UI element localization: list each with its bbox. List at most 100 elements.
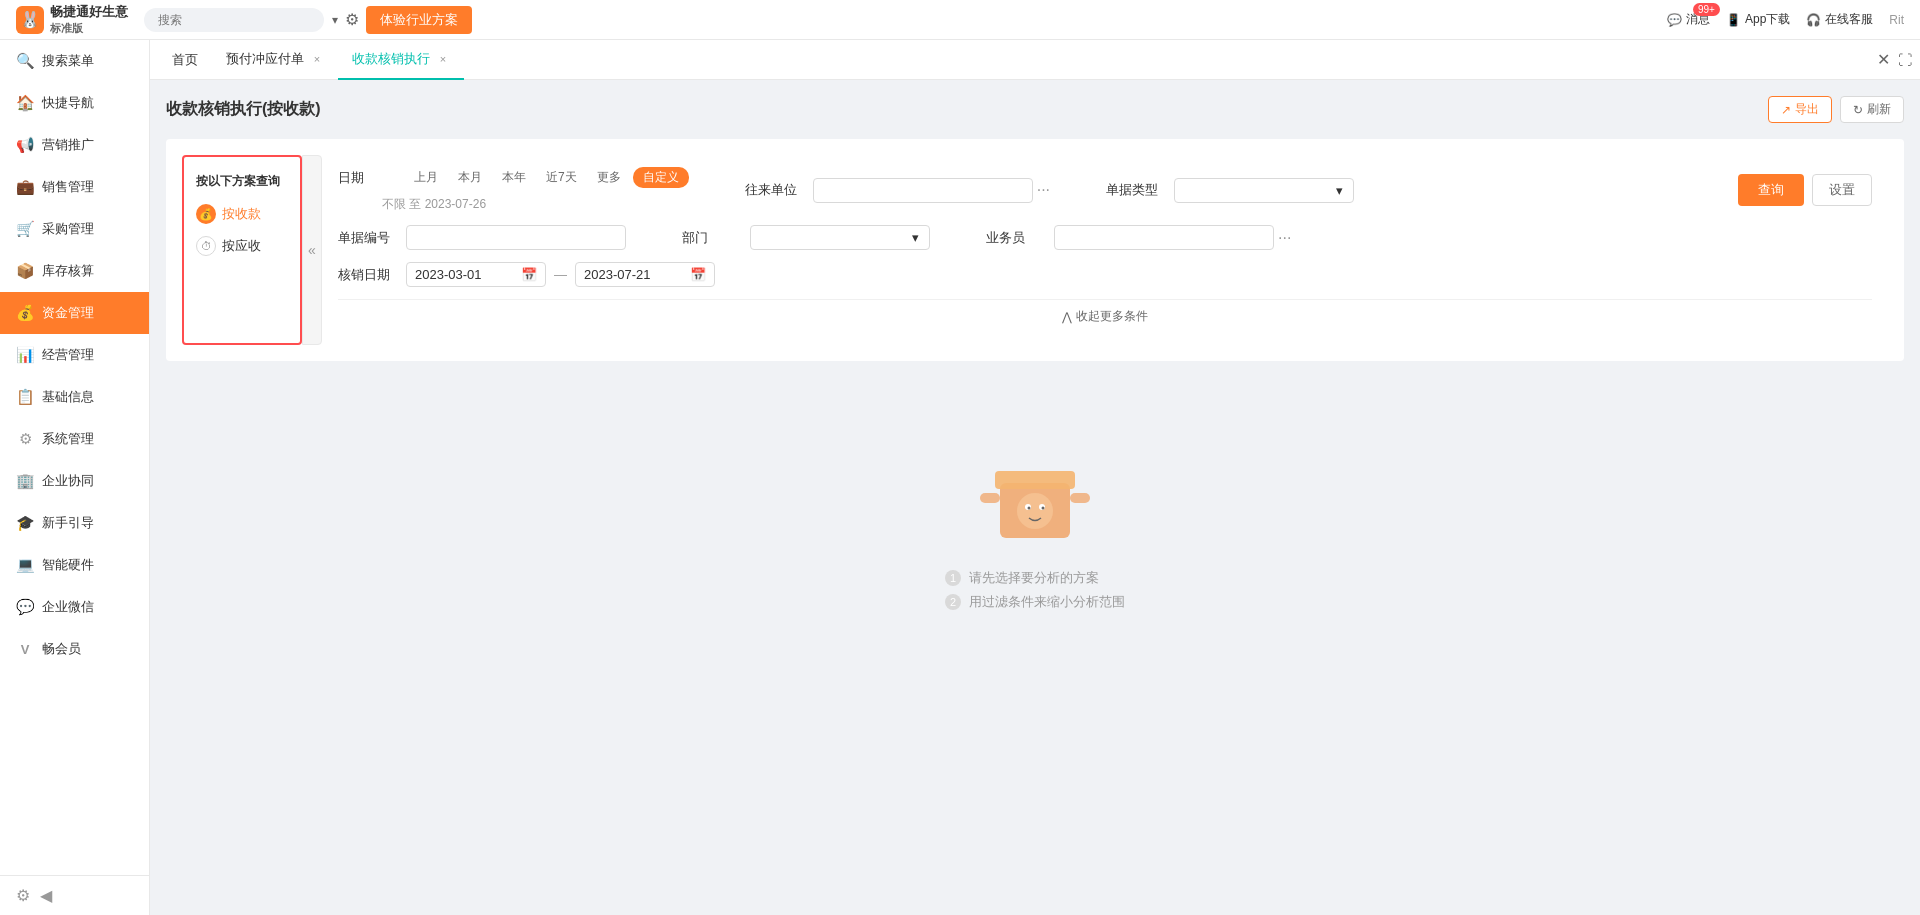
content-area: 首页 预付冲应付单 × 收款核销执行 × ✕ ⛶ 收款核销执行(按收款) ↗: [150, 40, 1920, 915]
logo-char: 🐰: [20, 10, 40, 29]
sidebar-item-basic-info[interactable]: 📋 基础信息: [0, 376, 149, 418]
sidebar-item-enterprise[interactable]: 🏢 企业协同: [0, 460, 149, 502]
writeoff-date-end-input[interactable]: 2023-07-21 📅: [575, 262, 715, 287]
calendar-start-icon[interactable]: 📅: [521, 267, 537, 282]
service-icon: 🎧: [1806, 13, 1821, 27]
docno-input[interactable]: [406, 225, 626, 250]
sales-icon: 💼: [16, 178, 34, 196]
tab-prepay-close-icon[interactable]: ×: [310, 52, 324, 66]
date-tab-custom[interactable]: 自定义: [633, 167, 689, 188]
filter-main: 日期 上月 本月 本年 近7天 更多 自定义: [322, 155, 1888, 345]
doctype-select[interactable]: ▾: [1174, 178, 1354, 203]
collapse-more-btn[interactable]: ⋀ 收起更多条件: [338, 299, 1872, 333]
sidebar-item-operations[interactable]: 📊 经营管理: [0, 334, 149, 376]
sidebar-item-purchase[interactable]: 🛒 采购管理: [0, 208, 149, 250]
calendar-end-icon[interactable]: 📅: [690, 267, 706, 282]
tab-receipt-writeoff-close-icon[interactable]: ×: [436, 52, 450, 66]
message-btn[interactable]: 💬 消息 99+: [1667, 11, 1710, 28]
date-filter-group: 日期 上月 本月 本年 近7天 更多 自定义: [338, 167, 689, 213]
online-service-label: 在线客服: [1825, 11, 1873, 28]
sidebar-item-label-member: 畅会员: [42, 640, 81, 658]
svg-rect-7: [980, 493, 1000, 503]
wechat-icon: 💬: [16, 598, 34, 616]
filter-settings-button[interactable]: 设置: [1812, 174, 1872, 206]
top-search-input[interactable]: [144, 8, 324, 32]
finance-icon: 💰: [16, 304, 34, 322]
filter-option-by-receipt[interactable]: 💰 按收款: [184, 198, 300, 230]
sidebar-item-system[interactable]: ⚙ 系统管理: [0, 418, 149, 460]
filter-sidebar: 按以下方案查询 💰 按收款 ⏱ 按应收: [182, 155, 302, 345]
sidebar-item-marketing[interactable]: 📢 营销推广: [0, 124, 149, 166]
sidebar-bottom: ⚙ ◀: [0, 875, 149, 915]
sidebar-item-guide[interactable]: 🎓 新手引导: [0, 502, 149, 544]
empty-tip-1: 1 请先选择要分析的方案: [945, 569, 1125, 587]
bottom-settings-icon[interactable]: ⚙: [16, 886, 30, 905]
export-button[interactable]: ↗ 导出: [1768, 96, 1832, 123]
date-tabs: 上月 本月 本年 近7天 更多 自定义: [406, 167, 689, 188]
sidebar-item-quick-nav[interactable]: 🏠 快捷导航: [0, 82, 149, 124]
filter-collapse-btn[interactable]: «: [302, 155, 322, 345]
sidebar-item-search-menu[interactable]: 🔍 搜索菜单: [0, 40, 149, 82]
staff-dots-icon[interactable]: ···: [1278, 229, 1291, 247]
empty-tip-2-text: 用过滤条件来缩小分析范围: [969, 593, 1125, 611]
counterparty-label: 往来单位: [745, 181, 805, 199]
counterparty-dots-icon[interactable]: ···: [1037, 181, 1050, 199]
sidebar-item-inventory[interactable]: 📦 库存核算: [0, 250, 149, 292]
date-tab-7days[interactable]: 近7天: [538, 167, 585, 188]
filter-option-label-receivable: 按应收: [222, 237, 261, 255]
receipt-option-icon: 💰: [196, 204, 216, 224]
empty-tips: 1 请先选择要分析的方案 2 用过滤条件来缩小分析范围: [945, 569, 1125, 617]
query-button[interactable]: 查询: [1738, 174, 1804, 206]
date-tab-this-month[interactable]: 本月: [450, 167, 490, 188]
writeoff-date-end-value: 2023-07-21: [584, 267, 651, 282]
writeoff-date-start-value: 2023-03-01: [415, 267, 482, 282]
svg-point-5: [1028, 507, 1031, 510]
filter-option-by-receivable[interactable]: ⏱ 按应收: [184, 230, 300, 262]
dept-select[interactable]: ▾: [750, 225, 930, 250]
basic-info-icon: 📋: [16, 388, 34, 406]
staff-input[interactable]: [1054, 225, 1274, 250]
tab-home[interactable]: 首页: [158, 40, 212, 80]
app-logo: 🐰 畅捷通好生意 标准版: [16, 3, 128, 36]
enterprise-icon: 🏢: [16, 472, 34, 490]
sidebar-item-label-finance: 资金管理: [42, 304, 94, 322]
svg-point-2: [1017, 493, 1053, 529]
sidebar-item-member[interactable]: V 畅会员: [0, 628, 149, 670]
sidebar-item-label-basic: 基础信息: [42, 388, 94, 406]
filter-row-3: 核销日期 2023-03-01 📅 — 2023-07-21: [338, 262, 1872, 287]
writeoff-date-label: 核销日期: [338, 266, 398, 284]
date-tab-more[interactable]: 更多: [589, 167, 629, 188]
date-tab-last-month[interactable]: 上月: [406, 167, 446, 188]
message-badge: 99+: [1693, 3, 1720, 16]
app-edition: 标准版: [50, 21, 128, 36]
refresh-button[interactable]: ↻ 刷新: [1840, 96, 1904, 123]
receivable-option-icon: ⏱: [196, 236, 216, 256]
sidebar-item-label-enterprise: 企业协同: [42, 472, 94, 490]
sidebar-item-finance[interactable]: 💰 资金管理: [0, 292, 149, 334]
collapse-more-label: 收起更多条件: [1076, 308, 1148, 325]
tab-bar-close-icon[interactable]: ✕: [1877, 50, 1890, 69]
tab-prepay-label: 预付冲应付单: [226, 50, 304, 68]
sidebar-item-wechat[interactable]: 💬 企业微信: [0, 586, 149, 628]
sidebar-item-hardware[interactable]: 💻 智能硬件: [0, 544, 149, 586]
industry-btn[interactable]: 体验行业方案: [366, 6, 472, 34]
app-download-btn[interactable]: 📱 App下载: [1726, 11, 1790, 28]
sidebar-item-sales[interactable]: 💼 销售管理: [0, 166, 149, 208]
docno-filter: 单据编号: [338, 225, 626, 250]
tab-receipt-writeoff[interactable]: 收款核销执行 ×: [338, 40, 464, 80]
staff-input-wrap: ···: [1054, 225, 1291, 250]
counterparty-input[interactable]: [813, 178, 1033, 203]
writeoff-date-start-input[interactable]: 2023-03-01 📅: [406, 262, 546, 287]
empty-illustration: [975, 453, 1095, 553]
date-row: 日期 上月 本月 本年 近7天 更多 自定义: [338, 167, 689, 188]
date-tab-this-year[interactable]: 本年: [494, 167, 534, 188]
collapse-arrow-icon: «: [308, 242, 316, 258]
sidebar-item-label-system: 系统管理: [42, 430, 94, 448]
settings-icon[interactable]: ⚙: [338, 6, 366, 34]
bottom-collapse-icon[interactable]: ◀: [40, 886, 52, 905]
tab-prepay[interactable]: 预付冲应付单 ×: [212, 40, 338, 80]
writeoff-date-filter: 核销日期 2023-03-01 📅 — 2023-07-21: [338, 262, 715, 287]
online-service-btn[interactable]: 🎧 在线客服: [1806, 11, 1873, 28]
tip-num-1: 1: [945, 570, 961, 586]
tab-bar-expand-icon[interactable]: ⛶: [1898, 52, 1912, 68]
